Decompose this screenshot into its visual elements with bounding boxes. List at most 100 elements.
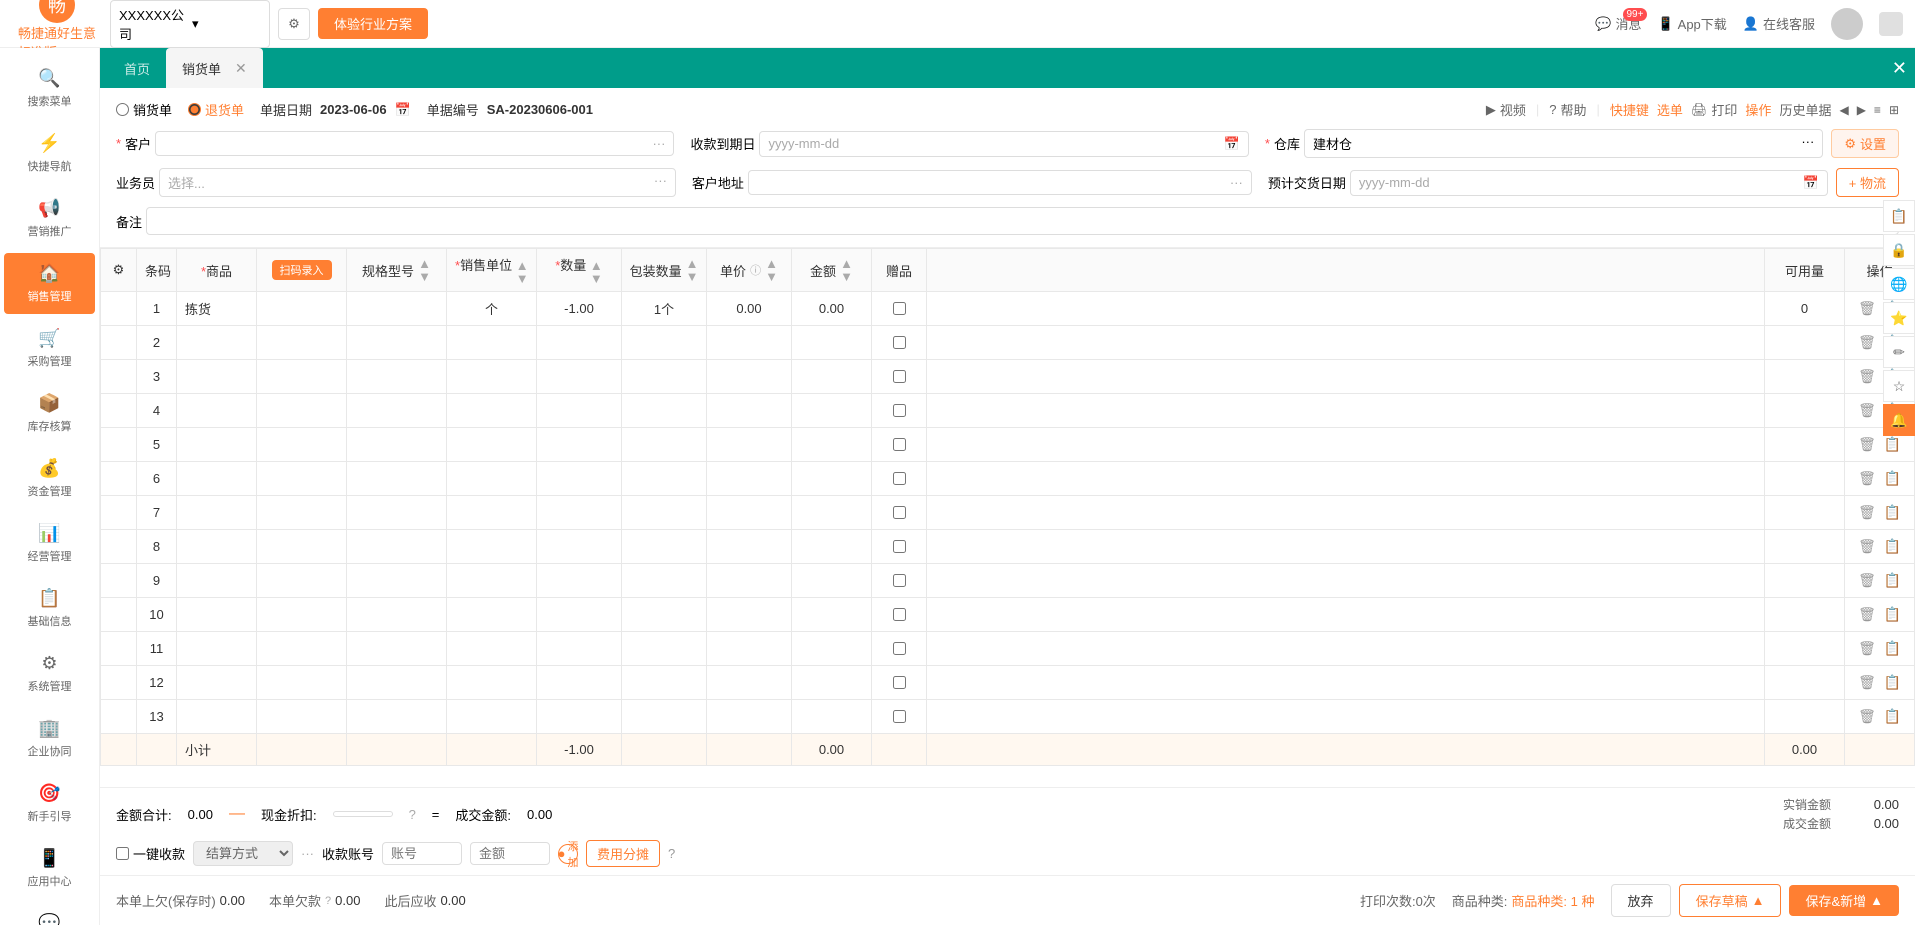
sidebar-item-purchase[interactable]: 🛒 采购管理 — [4, 318, 95, 379]
row-amount-8[interactable] — [792, 530, 872, 564]
sidebar-item-marketing[interactable]: 📢 营销推广 — [4, 188, 95, 249]
row-copy-btn-6[interactable]: 📋 — [1881, 468, 1902, 489]
row-delete-btn-7[interactable]: 🗑 — [1856, 502, 1878, 523]
row-copy-btn-5[interactable]: 📋 — [1881, 434, 1902, 455]
row-qty-2[interactable] — [537, 326, 622, 360]
row-spec-12[interactable] — [347, 666, 447, 700]
history-btn[interactable]: 历史单据 — [1779, 100, 1831, 119]
row-pkgqty-12[interactable] — [622, 666, 707, 700]
row-qty-6[interactable] — [537, 462, 622, 496]
company-select[interactable]: XXXXXX公司 ▾ — [110, 0, 270, 48]
row-gift-3[interactable] — [872, 360, 927, 394]
row-price-1[interactable]: 0.00 — [707, 292, 792, 326]
row-product-4[interactable] — [177, 394, 257, 428]
row-unit-3[interactable] — [447, 360, 537, 394]
row-remark-12[interactable] — [927, 666, 1765, 700]
row-remark-1[interactable] — [927, 292, 1765, 326]
sidebar-item-guide[interactable]: 🎯 新手引导 — [4, 773, 95, 834]
row-gift-8[interactable] — [872, 530, 927, 564]
float-btn-3[interactable]: 🌐 — [1883, 268, 1915, 300]
fee-help-btn[interactable]: ? — [668, 846, 675, 861]
row-price-10[interactable] — [707, 598, 792, 632]
row-copy-btn-7[interactable]: 📋 — [1881, 502, 1902, 523]
row-pkgqty-3[interactable] — [622, 360, 707, 394]
row-gift-10[interactable] — [872, 598, 927, 632]
row-copy-btn-13[interactable]: 📋 — [1881, 706, 1902, 727]
tab-sales-order[interactable]: 销货单 ✕ — [166, 48, 263, 88]
row-remark-9[interactable] — [927, 564, 1765, 598]
help-btn[interactable]: ? 帮助 — [1549, 100, 1586, 119]
row-unit-9[interactable] — [447, 564, 537, 598]
customer-addr-input[interactable]: ··· — [748, 170, 1252, 195]
sidebar-item-enterprise[interactable]: 🏢 企业协同 — [4, 708, 95, 769]
row-spec-10[interactable] — [347, 598, 447, 632]
row-unit-2[interactable] — [447, 326, 537, 360]
row-price-4[interactable] — [707, 394, 792, 428]
tab-home[interactable]: 首页 — [108, 48, 166, 88]
row-delete-btn-2[interactable]: 🗑 — [1856, 332, 1878, 353]
logistics-btn[interactable]: + 物流 — [1836, 168, 1899, 197]
row-copy-btn-9[interactable]: 📋 — [1881, 570, 1902, 591]
row-spec-5[interactable] — [347, 428, 447, 462]
row-pkgqty-2[interactable] — [622, 326, 707, 360]
row-delete-btn-6[interactable]: 🗑 — [1856, 468, 1878, 489]
row-price-11[interactable] — [707, 632, 792, 666]
row-copy-btn-11[interactable]: 📋 — [1881, 638, 1902, 659]
sidebar-item-quicknav[interactable]: ⚡ 快捷导航 — [4, 123, 95, 184]
row-pkgqty-8[interactable] — [622, 530, 707, 564]
row-remark-5[interactable] — [927, 428, 1765, 462]
row-gift-2[interactable] — [872, 326, 927, 360]
message-btn[interactable]: 💬 消息 99+ — [1595, 14, 1641, 33]
row-amount-13[interactable] — [792, 700, 872, 734]
row-pkgqty-7[interactable] — [622, 496, 707, 530]
row-unit-4[interactable] — [447, 394, 537, 428]
radio-return-order[interactable]: 退货单 — [188, 100, 244, 119]
row-gift-9[interactable] — [872, 564, 927, 598]
select-btn[interactable]: 选单 — [1657, 100, 1683, 119]
video-btn[interactable]: ▶ 视频 — [1486, 100, 1526, 119]
sidebar-item-finance[interactable]: 💰 资金管理 — [4, 448, 95, 509]
customer-input[interactable]: ··· — [155, 131, 674, 156]
warehouse-input[interactable]: 建材仓 ··· — [1304, 129, 1823, 158]
draft-btn[interactable]: 保存草稿 ▲ — [1679, 884, 1782, 917]
row-spec-6[interactable] — [347, 462, 447, 496]
row-delete-btn-12[interactable]: 🗑 — [1856, 672, 1878, 693]
row-product-13[interactable] — [177, 700, 257, 734]
row-spec-3[interactable] — [347, 360, 447, 394]
discard-btn[interactable]: 放弃 — [1611, 884, 1671, 917]
row-qty-1[interactable]: -1.00 — [537, 292, 622, 326]
add-payment-btn[interactable]: ● 添加 — [558, 844, 578, 864]
row-qty-8[interactable] — [537, 530, 622, 564]
row-remark-11[interactable] — [927, 632, 1765, 666]
row-pkgqty-9[interactable] — [622, 564, 707, 598]
sidebar-item-inventory[interactable]: 📦 库存核算 — [4, 383, 95, 444]
float-btn-2[interactable]: 🔒 — [1883, 234, 1915, 266]
row-price-7[interactable] — [707, 496, 792, 530]
row-copy-btn-10[interactable]: 📋 — [1881, 604, 1902, 625]
row-remark-6[interactable] — [927, 462, 1765, 496]
row-gift-12[interactable] — [872, 666, 927, 700]
row-price-12[interactable] — [707, 666, 792, 700]
row-unit-11[interactable] — [447, 632, 537, 666]
row-qty-13[interactable] — [537, 700, 622, 734]
row-amount-2[interactable] — [792, 326, 872, 360]
row-price-5[interactable] — [707, 428, 792, 462]
row-amount-1[interactable]: 0.00 — [792, 292, 872, 326]
row-spec-7[interactable] — [347, 496, 447, 530]
row-amount-5[interactable] — [792, 428, 872, 462]
row-amount-4[interactable] — [792, 394, 872, 428]
row-product-10[interactable] — [177, 598, 257, 632]
print-btn[interactable]: 🖨 打印 — [1691, 100, 1738, 119]
row-product-3[interactable] — [177, 360, 257, 394]
row-price-13[interactable] — [707, 700, 792, 734]
row-delete-btn-1[interactable]: 🗑 — [1856, 298, 1878, 319]
row-gift-4[interactable] — [872, 394, 927, 428]
row-product-2[interactable] — [177, 326, 257, 360]
row-qty-9[interactable] — [537, 564, 622, 598]
settings-icon[interactable]: ⚙ — [278, 8, 310, 40]
scan-btn[interactable]: 扫码录入 — [272, 260, 332, 280]
discount-input[interactable] — [333, 811, 393, 817]
row-gift-5[interactable] — [872, 428, 927, 462]
row-delete-btn-3[interactable]: 🗑 — [1856, 366, 1878, 387]
shortcut-btn[interactable]: 快捷键 — [1610, 100, 1649, 119]
